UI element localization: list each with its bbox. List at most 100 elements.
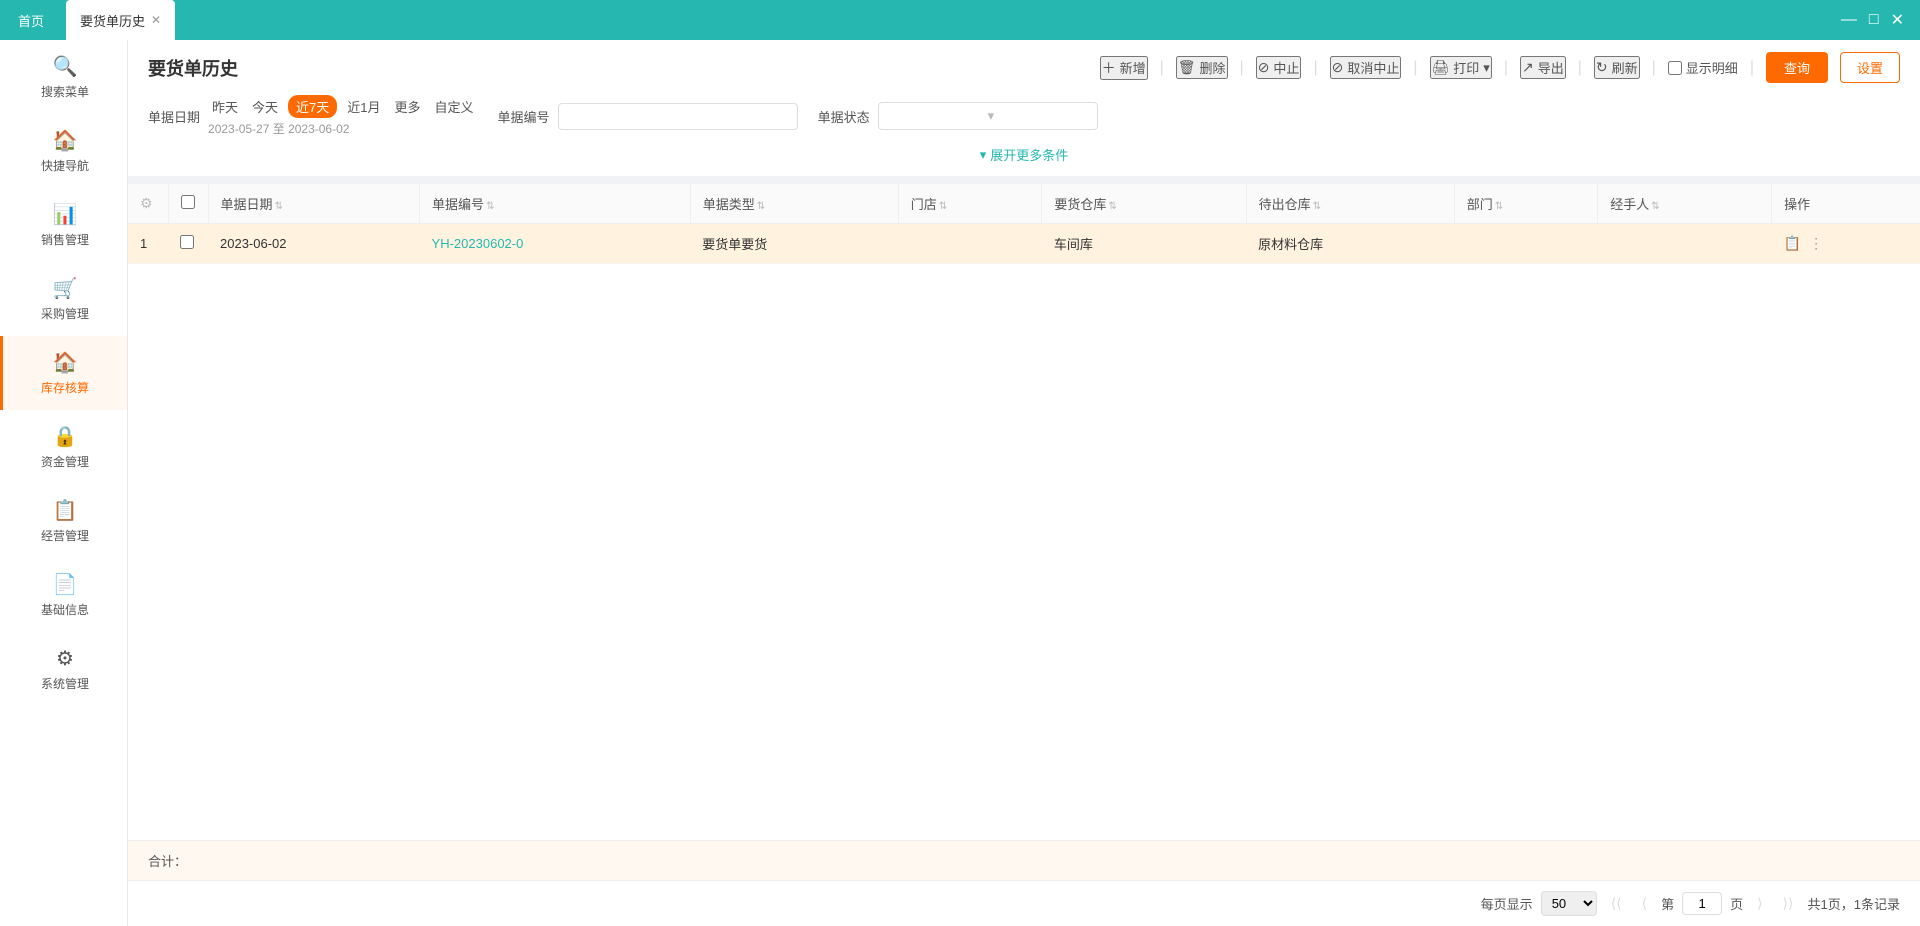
maximize-icon[interactable]: □ [1869,11,1879,29]
sort-icon[interactable]: ⇅ [1651,201,1659,212]
setting-button[interactable]: 设置 [1840,52,1900,83]
sep4: | [1413,59,1417,77]
row-checkbox[interactable] [180,235,194,249]
sort-icon[interactable]: ⇅ [1495,201,1503,212]
new-button[interactable]: ＋ 新增 [1100,56,1148,80]
delete-icon: 🗑 [1178,59,1196,76]
tab-purchase-history[interactable]: 要货单历史 ✕ [66,0,175,40]
shortcut-yesterday[interactable]: 昨天 [208,95,242,118]
date-shortcuts-group: 昨天 今天 近7天 近1月 更多 自定义 2023-05-27 至 2023-0… [208,95,478,137]
sort-icon[interactable]: ⇅ [1108,201,1116,212]
doc-icon: 📄 [53,572,78,597]
sep1: | [1160,59,1164,77]
tab-close-icon[interactable]: ✕ [151,13,161,27]
cell-doc-number: YH-20230602-0 [420,224,691,264]
display-detail-toggle[interactable]: 显示明细 [1668,58,1738,77]
doc-number-link[interactable]: YH-20230602-0 [432,236,524,251]
cell-pending-warehouse: 原材料仓库 [1246,224,1454,264]
th-actions: 操作 [1772,184,1920,224]
page-suffix: 页 [1730,894,1743,913]
doc-status-label: 单据状态 [818,107,870,126]
settings-icon[interactable]: ⚙ [140,195,153,211]
total-label: 合计： [148,854,187,869]
gear-icon: ⚙ [56,646,74,671]
print-button[interactable]: 🖨 打印 ▾ [1430,56,1492,79]
expand-more-button[interactable]: ▾ 展开更多条件 [148,145,1900,164]
th-department: 部门⇅ [1454,184,1598,224]
stop-icon: ⊘ [1258,59,1270,76]
cell-actions: 📋 ⋮ [1772,224,1920,264]
page-label: 第 [1661,894,1674,913]
sort-icon[interactable]: ⇅ [275,201,283,212]
cell-store [898,224,1042,264]
shortcut-7days[interactable]: 近7天 [288,95,337,118]
sidebar-label-search: 搜索菜单 [41,83,89,100]
sidebar-item-basic-info[interactable]: 📄 基础信息 [0,558,127,632]
minimize-icon[interactable]: — [1841,11,1857,29]
next-page-button[interactable]: ⟩ [1751,893,1768,914]
sep8: | [1750,59,1754,77]
sidebar-item-search-menu[interactable]: 🔍 搜索菜单 [0,40,127,114]
more-icon[interactable]: ⋮ [1809,235,1823,252]
cancel-stop-button[interactable]: ⊘ 取消中止 [1330,56,1402,79]
last-page-button[interactable]: ⟩⟩ [1777,893,1800,914]
cart-icon: 🛒 [53,276,78,301]
sidebar-item-ops[interactable]: 📋 经营管理 [0,484,127,558]
shortcut-1month[interactable]: 近1月 [343,95,384,118]
sidebar-label-sales: 销售管理 [41,231,89,248]
close-icon[interactable]: ✕ [1891,10,1904,30]
sidebar-item-quick-nav[interactable]: 🏠 快捷导航 [0,114,127,188]
inventory-icon: 🏠 [53,350,78,375]
sidebar-item-purchase[interactable]: 🛒 采购管理 [0,262,127,336]
sort-icon[interactable]: ⇅ [486,201,494,212]
shortcut-custom[interactable]: 自定义 [431,95,478,118]
cell-handler [1598,224,1772,264]
row-actions: 📋 ⋮ [1784,235,1908,252]
sidebar-label-finance: 资金管理 [41,453,89,470]
sidebar-item-inventory[interactable]: 🏠 库存核算 [0,336,127,410]
per-page-select[interactable]: 50 100 200 [1541,891,1597,916]
th-handler: 经手人⇅ [1598,184,1772,224]
first-page-button[interactable]: ⟨⟨ [1605,893,1628,914]
th-req-warehouse: 要货仓库⇅ [1042,184,1246,224]
export-button[interactable]: ↗ 导出 [1520,56,1566,79]
doc-number-label: 单据编号 [498,107,550,126]
sort-icon[interactable]: ⇅ [757,201,765,212]
page-number-input[interactable] [1682,892,1722,915]
display-detail-checkbox[interactable] [1668,61,1682,75]
shortcut-today[interactable]: 今天 [248,95,282,118]
sidebar-label-quick-nav: 快捷导航 [41,157,89,174]
sep6: | [1578,59,1582,77]
sidebar-item-sales[interactable]: 📊 销售管理 [0,188,127,262]
plus-icon: ＋ [1102,58,1116,78]
sort-icon[interactable]: ⇅ [939,201,947,212]
stop-button[interactable]: ⊘ 中止 [1256,56,1302,79]
data-table: ⚙ 单据日期⇅ 单据编号⇅ 单据类型⇅ [128,184,1920,264]
query-button[interactable]: 查询 [1766,52,1828,83]
th-doc-date: 单据日期⇅ [208,184,420,224]
prev-page-button[interactable]: ⟨ [1636,893,1653,914]
refresh-button[interactable]: ↻ 刷新 [1594,56,1640,79]
date-shortcuts: 昨天 今天 近7天 近1月 更多 自定义 [208,95,478,118]
sidebar-item-finance[interactable]: 🔒 资金管理 [0,410,127,484]
shortcut-more[interactable]: 更多 [391,95,425,118]
date-filter: 单据日期 昨天 今天 近7天 近1月 更多 自定义 2023-05-27 至 2… [148,95,478,137]
expand-more-label: 展开更多条件 [990,145,1068,164]
print-label: 打印 [1453,58,1479,77]
tab-home[interactable]: 首页 [0,0,62,40]
sep3: | [1313,59,1317,77]
cell-no: 1 [128,224,168,264]
doc-status-select[interactable]: ▾ [878,102,1098,130]
chevron-down-icon: ▾ [988,108,1087,124]
delete-button[interactable]: 🗑 删除 [1176,56,1228,79]
cell-req-warehouse: 车间库 [1042,224,1246,264]
delete-label: 删除 [1200,58,1226,77]
sidebar-label-basic-info: 基础信息 [41,601,89,618]
doc-number-input[interactable] [558,103,798,130]
sidebar-item-system[interactable]: ⚙ 系统管理 [0,632,127,706]
select-all-checkbox[interactable] [181,195,195,209]
per-page-label: 每页显示 [1481,894,1533,913]
cell-doc-type: 要货单要货 [690,224,898,264]
sort-icon[interactable]: ⇅ [1313,201,1321,212]
edit-icon[interactable]: 📋 [1784,235,1801,252]
